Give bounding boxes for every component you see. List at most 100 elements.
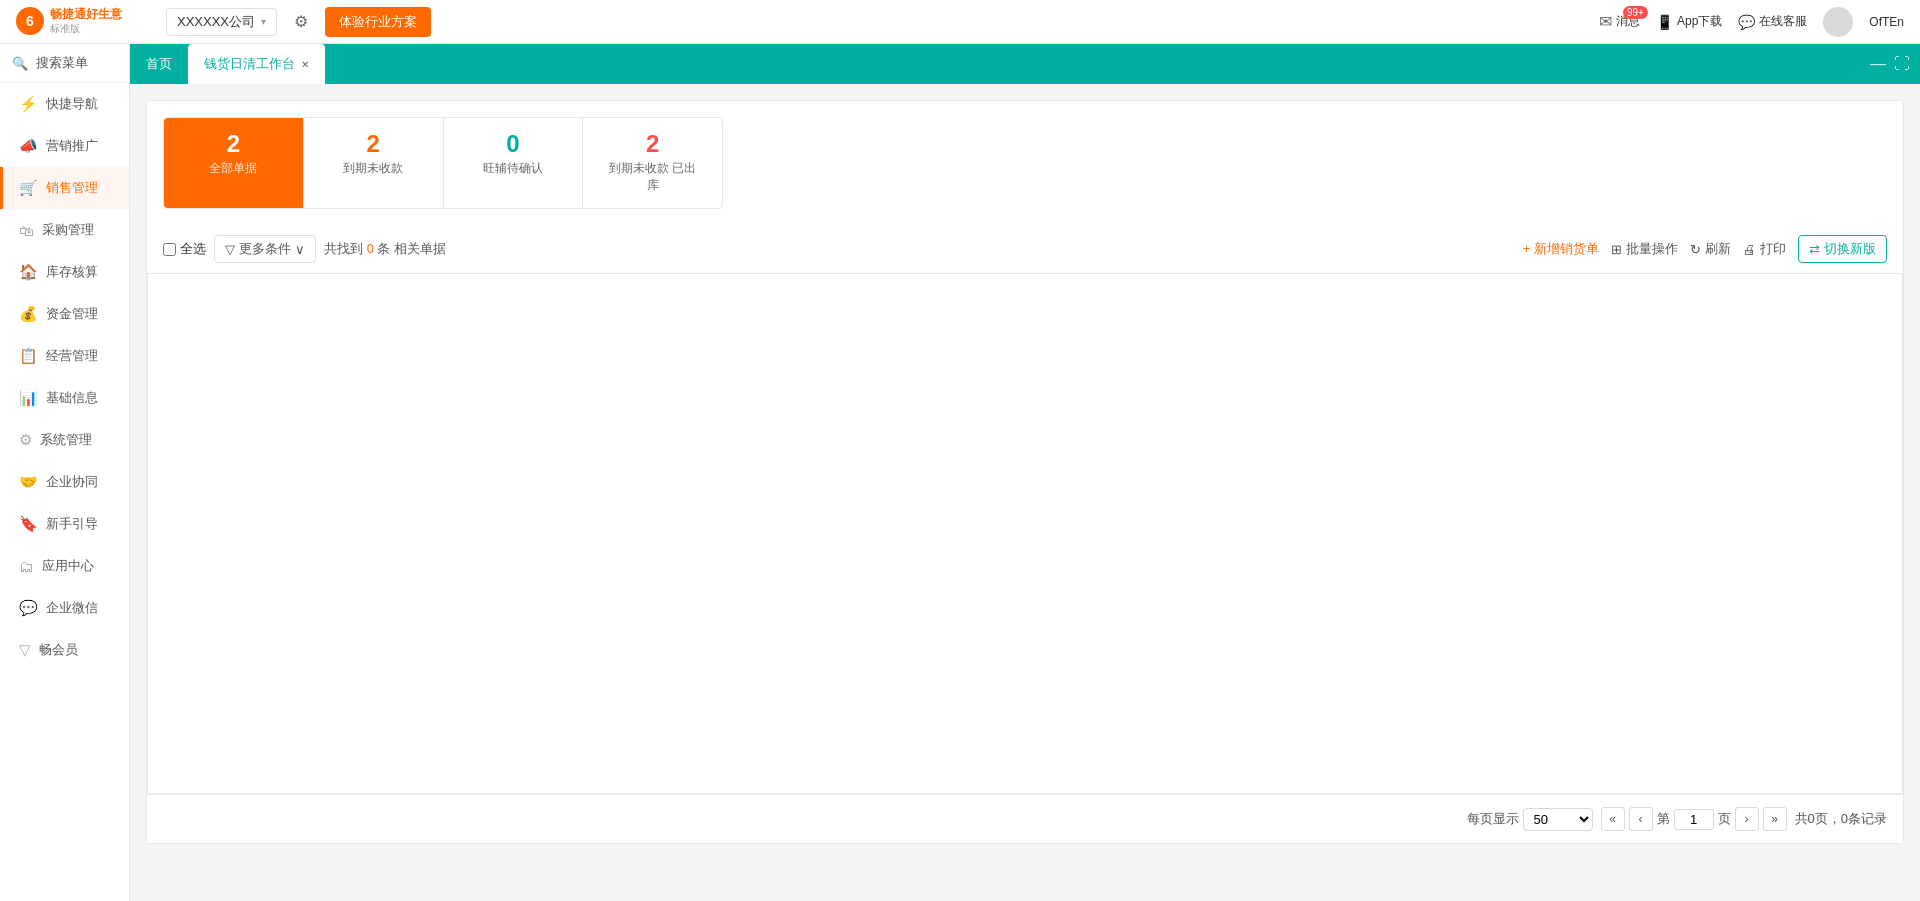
first-page-button[interactable]: « — [1601, 807, 1625, 831]
prev-page-button[interactable]: ‹ — [1629, 807, 1653, 831]
sidebar-item-inventory[interactable]: 🏠 库存核算 — [0, 251, 129, 293]
chat-icon: 💬 — [19, 599, 38, 617]
tab-close-icon[interactable]: ✕ — [301, 59, 309, 70]
table-area — [147, 274, 1903, 794]
company-selector[interactable]: XXXXXX公司 ▾ — [166, 8, 277, 36]
sidebar-item-guide[interactable]: 🔖 新手引导 — [0, 503, 129, 545]
search-icon: 🔍 — [12, 56, 28, 71]
minimize-icon[interactable]: — — [1870, 55, 1886, 73]
headset-icon: 💬 — [1738, 14, 1755, 30]
tab-workbench[interactable]: 钱货日清工作台 ✕ — [188, 44, 325, 84]
sidebar-item-label: 快捷导航 — [46, 95, 98, 113]
main-content: 2 全部单据 2 到期未收款 0 旺辅待确认 2 到期未收款 已出库 — [130, 84, 1920, 901]
database-icon: 📊 — [19, 389, 38, 407]
stat-overdue-num: 2 — [324, 132, 423, 156]
sidebar-item-shortcut[interactable]: ⚡ 快捷导航 — [0, 83, 129, 125]
count-num: 0 — [367, 241, 374, 256]
per-page-label: 每页显示 — [1467, 810, 1519, 828]
sidebar-item-purchase[interactable]: 🛍 采购管理 — [0, 209, 129, 251]
stats-area: 2 全部单据 2 到期未收款 0 旺辅待确认 2 到期未收款 已出库 — [147, 101, 1903, 209]
cart-icon: 🛒 — [19, 179, 38, 197]
nav-tab-right: — ⛶ — [1870, 55, 1920, 73]
app-download-btn[interactable]: 📱 App下载 — [1656, 13, 1722, 30]
sidebar-item-label: 系统管理 — [40, 431, 92, 449]
filter-label: 更多条件 — [239, 240, 291, 258]
sidebar-item-marketing[interactable]: 📣 营销推广 — [0, 125, 129, 167]
avatar[interactable] — [1823, 7, 1853, 37]
next-page-button[interactable]: › — [1735, 807, 1759, 831]
trial-button[interactable]: 体验行业方案 — [325, 7, 431, 37]
tab-workbench-label: 钱货日清工作台 — [204, 55, 295, 73]
house-icon: 🏠 — [19, 263, 38, 281]
switch-icon: ⇄ — [1809, 242, 1820, 257]
refresh-button[interactable]: ↻ 刷新 — [1690, 240, 1731, 258]
app-subtitle: 标准版 — [50, 22, 122, 36]
stat-pending-num: 0 — [464, 132, 563, 156]
flash-icon: ⚡ — [19, 95, 38, 113]
sidebar-item-basic[interactable]: 📊 基础信息 — [0, 377, 129, 419]
message-icon: ✉ — [1599, 12, 1612, 31]
stat-overdue-label: 到期未收款 — [324, 160, 423, 177]
sidebar-item-wechat[interactable]: 💬 企业微信 — [0, 587, 129, 629]
sidebar-item-appstore[interactable]: 🗂 应用中心 — [0, 545, 129, 587]
clipboard-icon: 📋 — [19, 347, 38, 365]
add-sales-button[interactable]: + 新增销货单 — [1523, 240, 1599, 258]
toolbar: 全选 ▽ 更多条件 ∨ 共找到 0 条 相关单据 + 新增销货单 ⊞ — [147, 225, 1903, 274]
tab-home-label: 首页 — [146, 55, 172, 73]
bag-icon: 🛍 — [19, 222, 34, 239]
stat-all-num: 2 — [184, 132, 283, 156]
logo-icon: 6 — [16, 7, 44, 35]
sidebar-item-label: 畅会员 — [39, 641, 78, 659]
last-page-button[interactable]: » — [1763, 807, 1787, 831]
page-size-selector: 每页显示 50 10 20 100 — [1467, 808, 1593, 831]
online-service-label: 在线客服 — [1759, 13, 1807, 30]
company-name: XXXXXX公司 — [177, 13, 255, 31]
sidebar-item-label: 经营管理 — [46, 347, 98, 365]
sidebar-item-system[interactable]: ⚙ 系统管理 — [0, 419, 129, 461]
print-button[interactable]: 🖨 打印 — [1743, 240, 1786, 258]
select-all-input[interactable] — [163, 243, 176, 256]
logo-area: 6 畅捷通好生意 标准版 — [16, 7, 146, 35]
page-number-input[interactable] — [1674, 809, 1714, 830]
batch-operation-button[interactable]: ⊞ 批量操作 — [1611, 240, 1678, 258]
batch-icon: ⊞ — [1611, 242, 1622, 257]
stat-all[interactable]: 2 全部单据 — [164, 118, 304, 208]
sidebar-item-member[interactable]: ▽ 畅会员 — [0, 629, 129, 671]
settings-icon[interactable]: ⚙ — [287, 8, 315, 36]
app-download-label: App下载 — [1677, 13, 1722, 30]
select-all-label: 全选 — [180, 240, 206, 258]
gear-icon: ⚙ — [19, 431, 32, 449]
sidebar-item-label: 新手引导 — [46, 515, 98, 533]
member-icon: ▽ — [19, 641, 31, 659]
toolbar-right: + 新增销货单 ⊞ 批量操作 ↻ 刷新 🖨 打印 ⇄ 切换新版 — [1523, 235, 1887, 263]
sidebar-item-label: 应用中心 — [42, 557, 94, 575]
bookmark-icon: 🔖 — [19, 515, 38, 533]
expand-icon[interactable]: ⛶ — [1894, 55, 1910, 73]
sidebar-item-enterprise[interactable]: 🤝 企业协同 — [0, 461, 129, 503]
notification-area[interactable]: ✉ 消息 99+ — [1599, 12, 1640, 31]
tab-home[interactable]: 首页 — [130, 44, 188, 84]
stat-all-label: 全部单据 — [184, 160, 283, 177]
stat-overdue[interactable]: 2 到期未收款 — [304, 118, 444, 208]
filter-button[interactable]: ▽ 更多条件 ∨ — [214, 235, 316, 263]
search-menu-label: 搜索菜单 — [36, 54, 88, 72]
total-records: 共0页，0条记录 — [1795, 810, 1887, 828]
stat-pending[interactable]: 0 旺辅待确认 — [444, 118, 584, 208]
sidebar-item-label: 资金管理 — [46, 305, 98, 323]
sidebar-item-sales[interactable]: 🛒 销售管理 — [0, 167, 129, 209]
chevron-down-icon: ▾ — [261, 16, 266, 27]
search-menu[interactable]: 🔍 搜索菜单 — [0, 44, 129, 83]
sidebar-item-label: 采购管理 — [42, 221, 94, 239]
select-all-checkbox[interactable]: 全选 — [163, 240, 206, 258]
online-service-btn[interactable]: 💬 在线客服 — [1738, 13, 1807, 30]
sidebar-item-finance[interactable]: 💰 资金管理 — [0, 293, 129, 335]
per-page-select[interactable]: 50 10 20 100 — [1523, 808, 1593, 831]
handshake-icon: 🤝 — [19, 473, 38, 491]
switch-version-button[interactable]: ⇄ 切换新版 — [1798, 235, 1887, 263]
sidebar-item-operation[interactable]: 📋 经营管理 — [0, 335, 129, 377]
username[interactable]: OfTEn — [1869, 15, 1904, 29]
stat-overdue-out-num: 2 — [603, 132, 702, 156]
stat-overdue-out[interactable]: 2 到期未收款 已出库 — [583, 118, 722, 208]
pagination: 每页显示 50 10 20 100 « ‹ 第 页 › » 共0页，0条记录 — [147, 794, 1903, 843]
sidebar-item-label: 库存核算 — [46, 263, 98, 281]
